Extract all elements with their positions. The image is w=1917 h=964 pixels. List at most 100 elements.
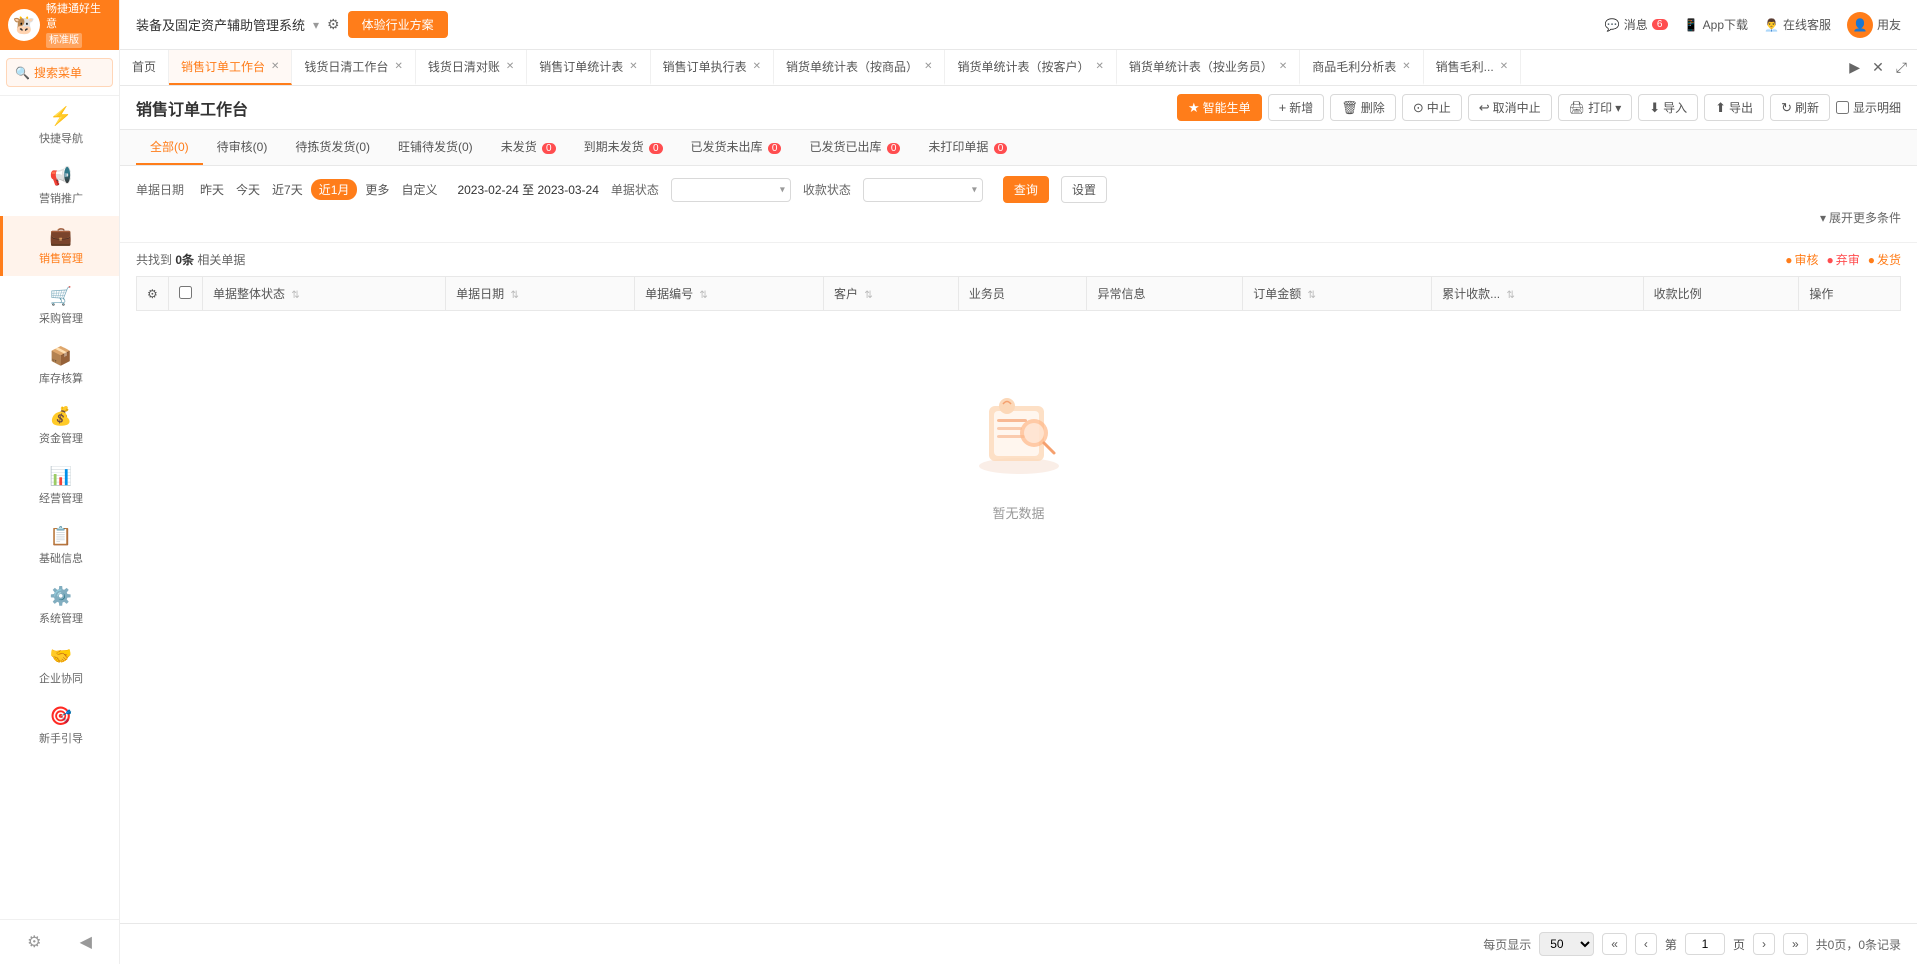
import-button[interactable]: ⬇ 导入 [1638,94,1698,121]
expand-conditions-btn[interactable]: ▾ 展开更多条件 [1820,209,1901,226]
sidebar-item-basicinfo[interactable]: 📋 基础信息 [0,516,119,576]
tab-sales-workbench[interactable]: 销售订单工作台 ✕ [169,50,292,85]
tab-scroll-right-btn[interactable]: ▶ [1845,57,1864,78]
date-opt-today[interactable]: 今天 [232,179,264,200]
date-opt-1month[interactable]: 近1月 [311,179,358,200]
th-amount[interactable]: 订单金额 ⇅ [1243,277,1432,311]
sidebar-settings-btn[interactable]: ⚙ [23,928,45,956]
th-staff[interactable]: 业务员 [958,277,1087,311]
date-opt-custom[interactable]: 自定义 [397,179,441,200]
header-gear-icon[interactable]: ⚙ [327,16,340,33]
sub-tab-shipped-out[interactable]: 已发货已出库 0 [795,130,914,165]
th-customer[interactable]: 客户 ⇅ [824,277,959,311]
sidebar-item-newbie[interactable]: 🎯 新手引导 [0,696,119,756]
tab-close-sales-more[interactable]: ✕ [1500,61,1508,72]
online-service-item[interactable]: 👨‍💼 在线客服 [1764,16,1831,33]
date-opt-yesterday[interactable]: 昨天 [196,179,228,200]
tab-sales-summary-staff[interactable]: 销货单统计表（按业务员） ✕ [1117,50,1300,85]
tab-sales-stat[interactable]: 销售订单统计表 ✕ [527,50,650,85]
sidebar-item-sales[interactable]: 💼 销售管理 [0,216,119,276]
sidebar-item-system[interactable]: ⚙️ 系统管理 [0,576,119,636]
tab-home[interactable]: 首页 [120,50,169,85]
tab-gross-profit[interactable]: 商品毛利分析表 ✕ [1300,50,1423,85]
tab-cash-daily[interactable]: 钱货日清工作台 ✕ [292,50,415,85]
date-opt-more[interactable]: 更多 [361,179,393,200]
status-select[interactable] [671,178,791,202]
user-item[interactable]: 👤 用友 [1847,12,1901,38]
sidebar-item-quicknav[interactable]: ⚡ 快捷导航 [0,96,119,156]
sub-tab-pending-inspect[interactable]: 待拣货发货(0) [281,130,384,165]
sidebar-item-purchase[interactable]: 🛒 采购管理 [0,276,119,336]
sub-tab-expired-not-shipped[interactable]: 到期未发货 0 [570,130,677,165]
page-size-select[interactable]: 50 20 100 [1539,932,1594,956]
th-settings[interactable]: ⚙ [137,277,169,311]
app-download-item[interactable]: 📱 App下载 [1684,16,1748,33]
sub-tabs: 全部(0) 待审核(0) 待拣货发货(0) 旺铺待发货(0) 未发货 0 到期未… [120,130,1917,166]
table-header-row: ⚙ 单据整体状态 ⇅ 单据日期 ⇅ 单据编号 ⇅ 客户 [137,277,1901,311]
refresh-button[interactable]: ↻ 刷新 [1770,94,1830,121]
tab-close-summary-staff[interactable]: ✕ [1279,61,1287,72]
tab-close-sales-workbench[interactable]: ✕ [271,61,279,72]
first-page-btn[interactable]: « [1602,933,1627,955]
th-number[interactable]: 单据编号 ⇅ [635,277,824,311]
query-button[interactable]: 查询 [1003,176,1049,203]
tab-cash-reconcile[interactable]: 钱货日清对账 ✕ [416,50,527,85]
tab-sales-summary-customer[interactable]: 销货单统计表（按客户） ✕ [945,50,1116,85]
empty-text: 暂无数据 [992,503,1044,522]
smart-create-button[interactable]: ★ 智能生单 [1177,94,1262,121]
tab-sales-more[interactable]: 销售毛利... ✕ [1424,50,1521,85]
tab-close-all-btn[interactable]: ✕ [1868,57,1888,78]
sidebar-item-operations[interactable]: 📊 经营管理 [0,456,119,516]
date-opt-7days[interactable]: 近7天 [268,179,307,200]
show-detail-input[interactable] [1836,101,1849,114]
enterprise-icon: 🤝 [50,646,72,667]
sidebar-item-marketing[interactable]: 📢 营销推广 [0,156,119,216]
sidebar-item-finance[interactable]: 💰 资金管理 [0,396,119,456]
approve-action-btn[interactable]: ● 审核 [1785,251,1818,268]
th-checkbox[interactable] [169,277,203,311]
sub-tab-all[interactable]: 全部(0) [136,130,203,165]
show-detail-checkbox[interactable]: 显示明细 [1836,99,1901,116]
sub-tab-pending[interactable]: 待审核(0) [203,130,282,165]
prev-page-btn[interactable]: ‹ [1635,933,1657,955]
ship-action-btn[interactable]: ● 发货 [1868,251,1901,268]
sub-tab-wangdian[interactable]: 旺铺待发货(0) [384,130,487,165]
tab-close-gross-profit[interactable]: ✕ [1402,61,1410,72]
delete-button[interactable]: 🗑 删除 [1330,94,1396,121]
export-button[interactable]: ⬆ 导出 [1704,94,1764,121]
th-date[interactable]: 单据日期 ⇅ [446,277,635,311]
sidebar-collapse-btn[interactable]: ◀ [76,928,96,956]
sidebar-item-inventory[interactable]: 📦 库存核算 [0,336,119,396]
tab-sales-summary-product[interactable]: 销货单统计表（按商品） ✕ [774,50,945,85]
payment-select[interactable] [863,178,983,202]
tab-close-cash-reconcile[interactable]: ✕ [506,61,514,72]
new-button[interactable]: + 新增 [1268,94,1325,121]
print-button[interactable]: 🖨 打印 ▾ [1558,94,1633,121]
header-dropdown-btn[interactable]: ▾ [313,18,319,32]
tab-sales-exec[interactable]: 销售订单执行表 ✕ [651,50,774,85]
stop-button[interactable]: ⊙ 中止 [1402,94,1462,121]
tab-close-summary-product[interactable]: ✕ [924,61,932,72]
tab-close-cash-daily[interactable]: ✕ [394,61,402,72]
sub-tab-shipped-not-out[interactable]: 已发货未出库 0 [677,130,796,165]
select-all-checkbox[interactable] [179,286,192,299]
solution-button[interactable]: 体验行业方案 [348,11,448,38]
th-received[interactable]: 累计收款... ⇅ [1432,277,1644,311]
search-menu-button[interactable]: 🔍 搜索菜单 [6,58,113,87]
message-item[interactable]: 💬 消息 6 [1605,16,1668,33]
th-status[interactable]: 单据整体状态 ⇅ [203,277,446,311]
sub-tab-not-shipped[interactable]: 未发货 0 [487,130,570,165]
sidebar-item-enterprise[interactable]: 🤝 企业协同 [0,636,119,696]
last-page-btn[interactable]: » [1783,933,1808,955]
tab-close-summary-customer[interactable]: ✕ [1095,61,1103,72]
message-badge: 6 [1652,19,1668,30]
filter-settings-button[interactable]: 设置 [1061,176,1107,203]
tab-maximize-btn[interactable]: ⤢ [1892,57,1911,78]
page-input[interactable] [1685,933,1725,955]
next-page-btn[interactable]: › [1753,933,1775,955]
sub-tab-not-printed[interactable]: 未打印单据 0 [914,130,1021,165]
tab-close-sales-stat[interactable]: ✕ [629,61,637,72]
unapprove-action-btn[interactable]: ● 弃审 [1826,251,1859,268]
cancel-stop-button[interactable]: ↩ 取消中止 [1468,94,1552,121]
tab-close-sales-exec[interactable]: ✕ [753,61,761,72]
